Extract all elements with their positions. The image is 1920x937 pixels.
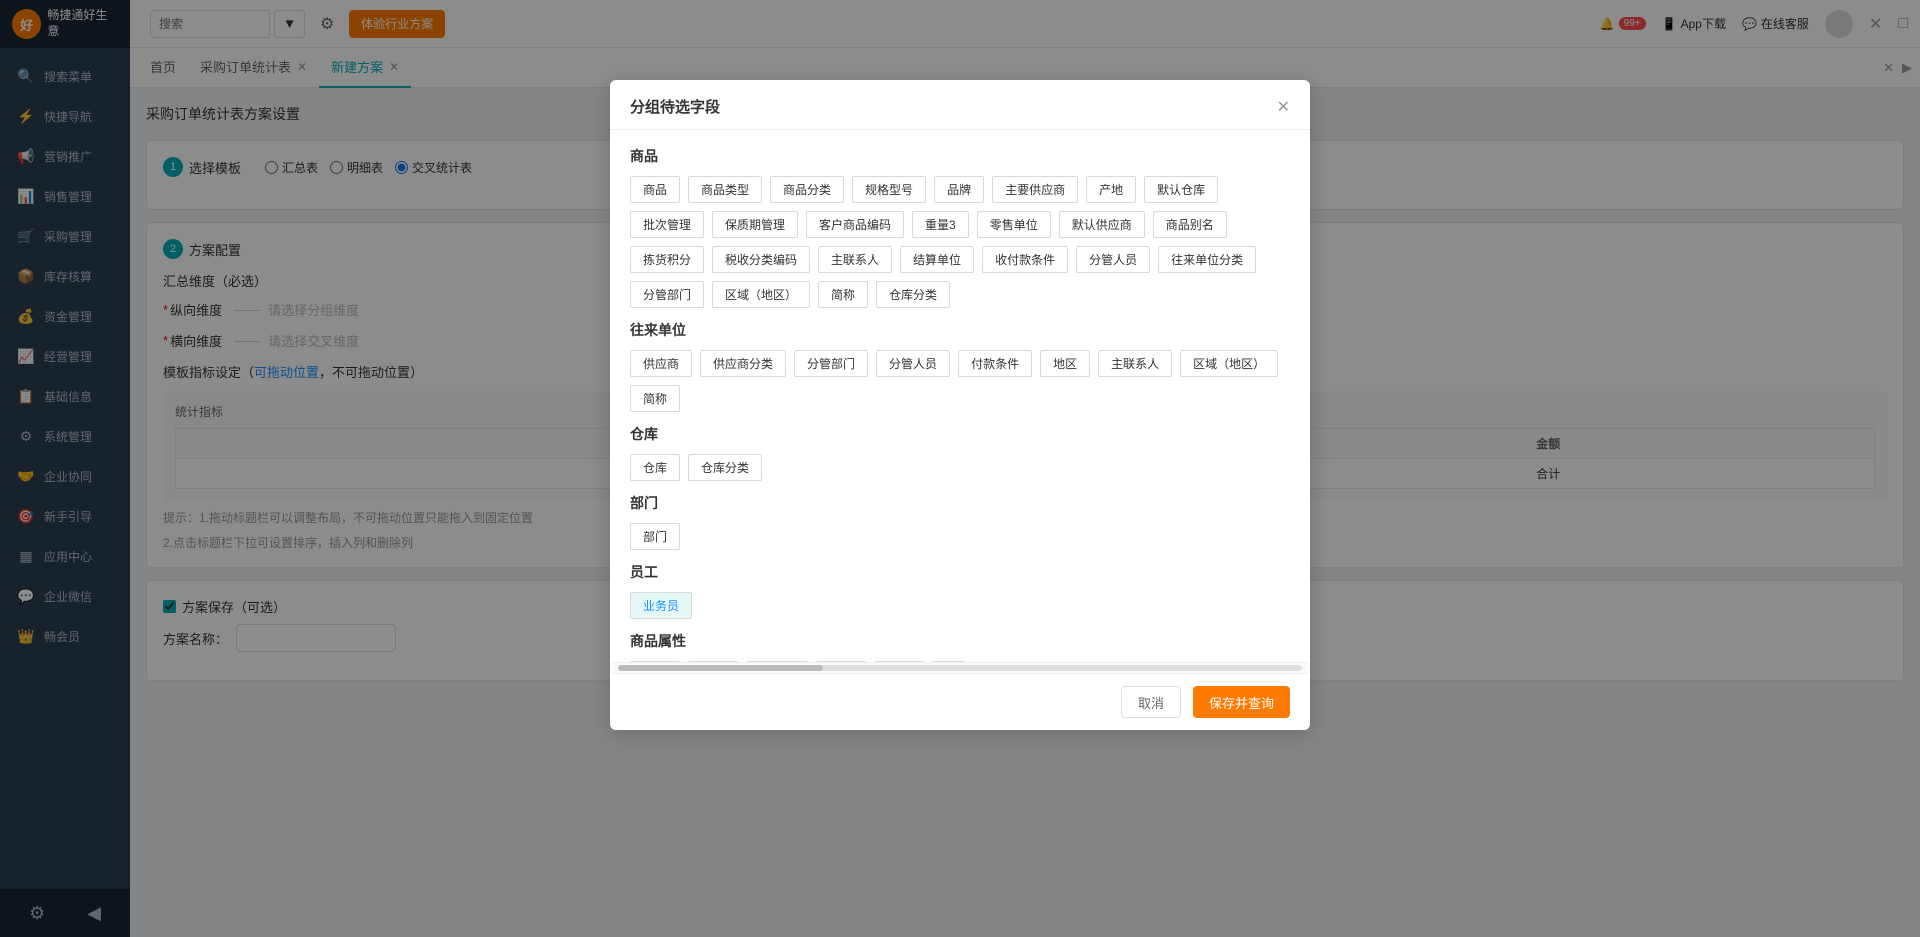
field-tag-0-1[interactable]: 商品类型 — [688, 176, 762, 203]
field-tag-0-7[interactable]: 默认仓库 — [1144, 176, 1218, 203]
field-tag-1-8[interactable]: 简称 — [630, 385, 680, 412]
field-section-title-0: 商品 — [630, 146, 1290, 166]
field-tag-0-17[interactable]: 主联系人 — [818, 246, 892, 273]
field-tag-3-0[interactable]: 部门 — [630, 523, 680, 550]
modal-footer: 取消 保存并查询 — [610, 673, 1310, 730]
field-tag-0-10[interactable]: 客户商品编码 — [806, 211, 904, 238]
field-tag-0-18[interactable]: 结算单位 — [900, 246, 974, 273]
field-tag-1-3[interactable]: 分管人员 — [876, 350, 950, 377]
field-tag-1-1[interactable]: 供应商分类 — [700, 350, 786, 377]
field-tag-2-0[interactable]: 仓库 — [630, 454, 680, 481]
field-tag-0-9[interactable]: 保质期管理 — [712, 211, 798, 238]
modal-body: 商品商品商品类型商品分类规格型号品牌主要供应商产地默认仓库批次管理保质期管理客户… — [610, 130, 1310, 662]
field-tag-0-15[interactable]: 拣货积分 — [630, 246, 704, 273]
field-tag-1-7[interactable]: 区域（地区） — [1180, 350, 1278, 377]
field-tag-1-5[interactable]: 地区 — [1040, 350, 1090, 377]
field-tag-0-21[interactable]: 往来单位分类 — [1158, 246, 1256, 273]
field-tags-2: 仓库仓库分类 — [630, 454, 1290, 481]
field-tag-0-19[interactable]: 收付款条件 — [982, 246, 1068, 273]
field-tags-1: 供应商供应商分类分管部门分管人员付款条件地区主联系人区域（地区） 简称 — [630, 350, 1290, 412]
field-section-title-2: 仓库 — [630, 424, 1290, 444]
field-tag-0-23[interactable]: 区域（地区） — [712, 281, 810, 308]
field-tag-1-4[interactable]: 付款条件 — [958, 350, 1032, 377]
field-tag-2-1[interactable]: 仓库分类 — [688, 454, 762, 481]
field-tag-0-3[interactable]: 规格型号 — [852, 176, 926, 203]
field-tag-0-5[interactable]: 主要供应商 — [992, 176, 1078, 203]
field-section-title-1: 往来单位 — [630, 320, 1290, 340]
field-tag-1-0[interactable]: 供应商 — [630, 350, 692, 377]
field-tag-0-6[interactable]: 产地 — [1086, 176, 1136, 203]
field-tag-1-6[interactable]: 主联系人 — [1098, 350, 1172, 377]
field-tag-1-2[interactable]: 分管部门 — [794, 350, 868, 377]
field-tag-0-24[interactable]: 简称 — [818, 281, 868, 308]
field-tag-4-0[interactable]: 业务员 — [630, 592, 692, 619]
modal-close-icon[interactable]: ✕ — [1277, 97, 1290, 117]
field-tag-0-8[interactable]: 批次管理 — [630, 211, 704, 238]
field-tag-0-14[interactable]: 商品别名 — [1153, 211, 1227, 238]
field-section-title-4: 员工 — [630, 562, 1290, 582]
field-tag-0-11[interactable]: 重量3 — [912, 211, 969, 238]
field-section-title-5: 商品属性 — [630, 631, 1290, 651]
field-tags-0: 商品商品类型商品分类规格型号品牌主要供应商产地默认仓库批次管理保质期管理客户商品… — [630, 176, 1290, 308]
field-tag-0-2[interactable]: 商品分类 — [770, 176, 844, 203]
modal-hscroll[interactable] — [610, 662, 1310, 673]
field-tag-0-13[interactable]: 默认供应商 — [1059, 211, 1145, 238]
field-section-title-3: 部门 — [630, 493, 1290, 513]
field-tags-3: 部门 — [630, 523, 1290, 550]
modal-title: 分组待选字段 — [630, 96, 720, 117]
field-tag-0-16[interactable]: 税收分类编码 — [712, 246, 810, 273]
modal-confirm-button[interactable]: 保存并查询 — [1193, 686, 1290, 718]
field-tag-0-4[interactable]: 品牌 — [934, 176, 984, 203]
field-tag-0-12[interactable]: 零售单位 — [977, 211, 1051, 238]
modal: 分组待选字段 ✕ 商品商品商品类型商品分类规格型号品牌主要供应商产地默认仓库批次… — [610, 80, 1310, 730]
field-tag-0-20[interactable]: 分管人员 — [1076, 246, 1150, 273]
modal-overlay: 分组待选字段 ✕ 商品商品商品类型商品分类规格型号品牌主要供应商产地默认仓库批次… — [0, 0, 1920, 937]
field-tag-0-0[interactable]: 商品 — [630, 176, 680, 203]
modal-cancel-button[interactable]: 取消 — [1121, 686, 1181, 718]
field-tags-4: 业务员 — [630, 592, 1290, 619]
modal-header: 分组待选字段 ✕ — [610, 80, 1310, 130]
field-tag-0-22[interactable]: 分管部门 — [630, 281, 704, 308]
field-tag-0-25[interactable]: 仓库分类 — [876, 281, 950, 308]
